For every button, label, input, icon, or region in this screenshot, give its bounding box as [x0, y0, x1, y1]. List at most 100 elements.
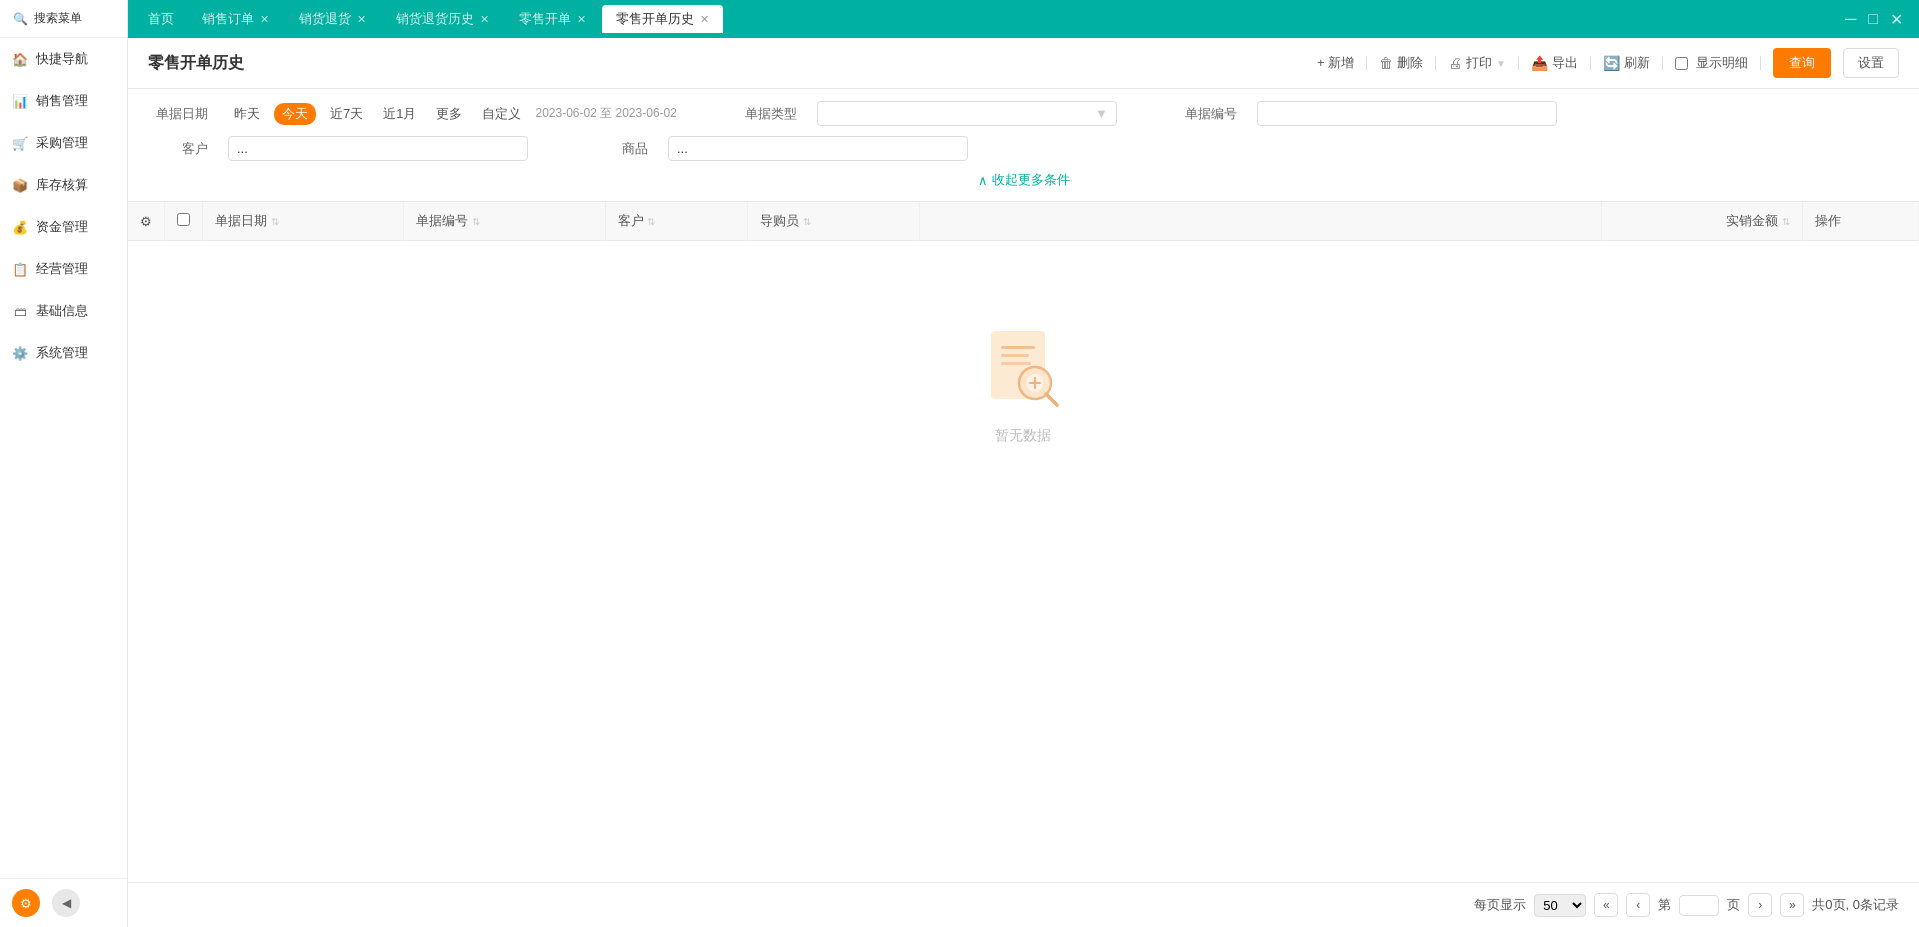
- sidebar-item-sales-mgmt[interactable]: 📊 销售管理: [0, 80, 127, 122]
- filter-area: 单据日期 昨天 今天 近7天 近1月 更多 自定义 2023-06-02 至 2…: [128, 89, 1919, 202]
- date-range-display: 2023-06-02 至 2023-06-02: [535, 105, 676, 122]
- refresh-icon: 🔄: [1603, 55, 1620, 71]
- last-page-button[interactable]: »: [1780, 893, 1804, 917]
- minimize-icon[interactable]: ─: [1845, 10, 1856, 28]
- tab-sales-order-close[interactable]: ✕: [260, 14, 269, 25]
- table-settings-icon[interactable]: ⚙: [140, 214, 152, 229]
- page-suffix: 页: [1727, 896, 1740, 914]
- th-customer-label: 客户: [618, 213, 644, 228]
- svg-line-5: [1046, 394, 1057, 405]
- sidebar-item-label: 基础信息: [36, 302, 88, 320]
- th-actual-amount[interactable]: 实销金额 ⇅: [1601, 202, 1802, 241]
- table-body: 暂无数据: [128, 241, 1919, 526]
- svg-rect-1: [1001, 346, 1035, 349]
- table-area: ⚙ 单据日期 ⇅ 单据编号 ⇅: [128, 202, 1919, 882]
- date-today-btn[interactable]: 今天: [274, 103, 316, 125]
- sidebar-item-inventory[interactable]: 📦 库存核算: [0, 164, 127, 206]
- sidebar-item-base-info[interactable]: 🗃 基础信息: [0, 290, 127, 332]
- svg-rect-3: [1001, 362, 1031, 365]
- th-customer[interactable]: 客户 ⇅: [605, 202, 747, 241]
- first-page-button[interactable]: «: [1594, 893, 1618, 917]
- customer-select[interactable]: ...: [228, 136, 528, 161]
- tab-retail-open-history[interactable]: 零售开单历史 ✕: [602, 5, 723, 33]
- show-detail-button[interactable]: 显示明细: [1675, 54, 1748, 72]
- sidebar-search-label: 搜索菜单: [34, 10, 82, 27]
- th-settings[interactable]: ⚙: [128, 202, 165, 241]
- print-button[interactable]: 🖨 打印 ▼: [1448, 54, 1506, 72]
- bill-type-select[interactable]: ▼: [817, 101, 1117, 126]
- sidebar-collapse-button[interactable]: ◀: [52, 889, 80, 917]
- page-label: 第: [1658, 896, 1671, 914]
- date-yesterday-btn[interactable]: 昨天: [228, 103, 266, 125]
- date-1month-btn[interactable]: 近1月: [377, 103, 422, 125]
- tab-sales-order[interactable]: 销售订单 ✕: [188, 5, 283, 33]
- th-checkbox: [165, 202, 203, 241]
- per-page-label: 每页显示: [1474, 896, 1526, 914]
- tab-sales-return-close[interactable]: ✕: [357, 14, 366, 25]
- divider5: [1662, 56, 1663, 70]
- per-page-select[interactable]: 50 20 100: [1534, 894, 1586, 917]
- tab-sales-return-history[interactable]: 销货退货历史 ✕: [382, 5, 503, 33]
- page-number-input[interactable]: 1: [1679, 895, 1719, 916]
- goods-filter-label: 商品: [588, 140, 648, 158]
- tab-retail-open-history-close[interactable]: ✕: [700, 14, 709, 25]
- th-date[interactable]: 单据日期 ⇅: [203, 202, 404, 241]
- tab-sales-return-history-label: 销货退货历史: [396, 10, 474, 28]
- delete-button[interactable]: 🗑 删除: [1379, 54, 1423, 72]
- page-title: 零售开单历史: [148, 53, 244, 74]
- export-button[interactable]: 📤 导出: [1531, 54, 1578, 72]
- sidebar-item-finance[interactable]: 💰 资金管理: [0, 206, 127, 248]
- bill-no-filter-label: 单据编号: [1177, 105, 1237, 123]
- refresh-label: 刷新: [1624, 54, 1650, 72]
- setting-button[interactable]: 设置: [1843, 48, 1899, 78]
- sidebar-bottom: ⚙ ◀: [0, 878, 127, 927]
- bill-type-dropdown-icon: ▼: [1095, 106, 1108, 121]
- show-detail-checkbox[interactable]: [1675, 57, 1688, 70]
- sidebar-item-label: 销售管理: [36, 92, 88, 110]
- th-salesperson[interactable]: 导购员 ⇅: [748, 202, 920, 241]
- sidebar-item-label: 采购管理: [36, 134, 88, 152]
- sidebar-search-item[interactable]: 🔍 搜索菜单: [0, 0, 127, 38]
- sidebar-item-quick-nav[interactable]: 🏠 快捷导航: [0, 38, 127, 80]
- prev-page-button[interactable]: ‹: [1626, 893, 1650, 917]
- print-icon: 🖨: [1448, 55, 1462, 71]
- tab-sales-return[interactable]: 销货退货 ✕: [285, 5, 380, 33]
- customer-value: ...: [237, 141, 248, 156]
- collapse-row: ∧ 收起更多条件: [148, 171, 1899, 189]
- tab-home-label: 首页: [148, 10, 174, 28]
- print-dropdown-icon[interactable]: ▼: [1496, 58, 1506, 69]
- date-more-btn[interactable]: 更多: [430, 103, 468, 125]
- th-no-label: 单据编号: [416, 213, 468, 228]
- home-icon: 🏠: [12, 51, 28, 67]
- sidebar-item-purchase-mgmt[interactable]: 🛒 采购管理: [0, 122, 127, 164]
- tab-home[interactable]: 首页: [136, 5, 186, 33]
- sort-salesperson-icon: ⇅: [803, 216, 811, 227]
- add-button[interactable]: + 新增: [1317, 54, 1354, 72]
- empty-state-row: 暂无数据: [128, 241, 1919, 526]
- th-no[interactable]: 单据编号 ⇅: [404, 202, 605, 241]
- bill-no-input[interactable]: [1257, 101, 1557, 126]
- settings-gear-button[interactable]: ⚙: [12, 889, 40, 917]
- maximize-icon[interactable]: □: [1868, 10, 1878, 28]
- close-window-icon[interactable]: ✕: [1890, 10, 1903, 29]
- divider3: [1518, 56, 1519, 70]
- page-header: 零售开单历史 + 新增 🗑 删除 🖨 打印 ▼ 📤: [128, 38, 1919, 89]
- print-label: 打印: [1466, 54, 1492, 72]
- tab-retail-open-close[interactable]: ✕: [577, 14, 586, 25]
- operations-icon: 📋: [12, 261, 28, 277]
- refresh-button[interactable]: 🔄 刷新: [1603, 54, 1650, 72]
- divider4: [1590, 56, 1591, 70]
- collapse-more-button[interactable]: ∧ 收起更多条件: [978, 171, 1070, 189]
- select-all-checkbox[interactable]: [177, 213, 190, 226]
- sidebar-item-system[interactable]: ⚙️ 系统管理: [0, 332, 127, 374]
- tab-sales-return-history-close[interactable]: ✕: [480, 14, 489, 25]
- next-page-button[interactable]: ›: [1748, 893, 1772, 917]
- date-custom-btn[interactable]: 自定义: [476, 103, 527, 125]
- goods-select[interactable]: ...: [668, 136, 968, 161]
- query-button[interactable]: 查询: [1773, 48, 1831, 78]
- tab-retail-open[interactable]: 零售开单 ✕: [505, 5, 600, 33]
- date-7days-btn[interactable]: 近7天: [324, 103, 369, 125]
- sidebar-item-operations[interactable]: 📋 经营管理: [0, 248, 127, 290]
- delete-label: 删除: [1397, 54, 1423, 72]
- main-area: 首页 销售订单 ✕ 销货退货 ✕ 销货退货历史 ✕ 零售开单 ✕ 零售开单历史 …: [128, 0, 1919, 927]
